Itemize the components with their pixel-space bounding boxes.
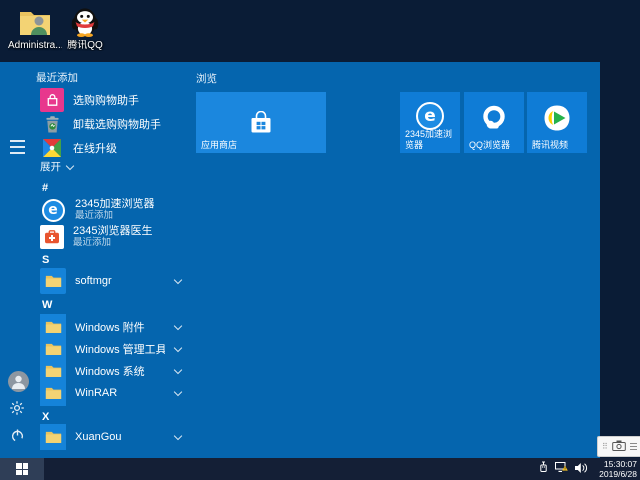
usb-device-icon[interactable] [539,460,548,478]
settings-gear-icon[interactable] [9,400,25,416]
app-item-2345-browser-doctor[interactable]: 2345浏览器医生 最近添加 [40,225,182,249]
recent-added-header: 最近添加 [36,70,78,85]
folder-item-label: Windows 管理工具 [75,341,165,357]
speaker-icon[interactable] [575,460,588,478]
q-ring-cloud-icon [464,92,524,143]
app-item-label: 在线升级 [73,140,117,156]
app-item-online-upgrade[interactable]: 在线升级 [40,136,182,160]
desktop-icon-label: Administra... [8,40,62,51]
folder-item-xuangou[interactable]: XuanGou [40,424,182,450]
tile-2345-browser[interactable]: e 2345加速浏览器 [400,92,460,153]
chevron-down-icon[interactable] [174,367,182,375]
chevron-down-icon[interactable] [174,277,182,285]
user-folder-icon [17,6,53,38]
app-item-sublabel: 最近添加 [75,210,154,222]
tile-group-label[interactable]: 浏览 [196,71,217,86]
folder-item-label: softmgr [75,275,112,287]
tile-qq-browser[interactable]: QQ浏览器 [464,92,524,153]
network-warning-icon[interactable] [555,460,568,478]
user-avatar-icon [8,371,29,392]
menu-hamburger-button[interactable] [10,138,25,156]
chevron-down-icon[interactable] [174,433,182,441]
folder-item-label: WinRAR [75,387,117,399]
app-item-label: 2345浏览器医生 [73,225,152,237]
folder-icon [40,424,66,450]
chevron-down-icon[interactable] [174,389,182,397]
app-item-label: 选购购物助手 [73,92,139,108]
drag-handle-icon[interactable]: ⠿ [602,444,608,450]
section-letter-s[interactable]: S [42,254,49,266]
e-browser-icon: e [40,197,66,223]
section-letter-hash[interactable]: # [42,182,48,194]
app-item-shopping-assistant[interactable]: 选购购物助手 [40,88,182,112]
upgrade-pinwheel-icon [40,136,64,160]
chevron-down-icon[interactable] [174,345,182,353]
power-button[interactable] [10,428,25,443]
tile-label: QQ浏览器 [469,140,521,151]
clock-time: 15:30:07 [589,459,637,469]
taskbar: 15:30:07 2019/6/28 [0,458,640,480]
user-account-button[interactable] [8,371,29,392]
clock-date: 2019/6/28 [589,469,637,479]
section-letter-w[interactable]: W [42,299,52,311]
shopping-bag-icon [40,88,64,112]
desktop-icon-qq[interactable]: 腾讯QQ [62,6,108,51]
tile-tencent-video[interactable]: 腾讯视频 [527,92,587,153]
menu-icon[interactable] [630,441,637,452]
app-item-2345-browser[interactable]: e 2345加速浏览器 最近添加 [40,197,182,223]
folder-item-label: Windows 附件 [75,319,145,335]
tile-label: 腾讯视频 [532,140,584,151]
app-item-sublabel: 最近添加 [73,237,152,249]
folder-item-label: XuanGou [75,431,121,443]
app-item-uninstall-assistant[interactable]: 卸载选购购物助手 [40,112,182,136]
taskbar-clock[interactable]: 15:30:07 2019/6/28 [589,459,637,479]
first-aid-kit-icon [40,225,64,249]
qq-penguin-icon [67,6,103,38]
folder-item-label: Windows 系统 [75,363,145,379]
tile-label: 2345加速浏览器 [405,129,457,150]
app-item-label: 卸载选购购物助手 [73,116,161,132]
folder-item-softmgr[interactable]: softmgr [40,268,182,294]
windows-logo-icon [16,463,28,475]
tile-app-store[interactable]: 应用商店 [196,92,326,153]
start-menu-panel: 最近添加 选购购物助手 卸载选购购物助手 [0,62,600,458]
camera-icon[interactable] [612,438,626,456]
tile-label: 应用商店 [201,140,323,151]
expand-toggle[interactable]: 展开 [40,159,74,174]
system-tray [539,458,588,480]
play-penguin-icon [527,92,587,143]
start-button[interactable] [0,458,44,480]
chevron-down-icon[interactable] [174,323,182,331]
folder-icon [40,380,66,406]
folder-icon [40,268,66,294]
chevron-down-icon [66,163,74,171]
folder-item-winrar[interactable]: WinRAR [40,380,182,406]
app-item-label: 2345加速浏览器 [75,198,154,210]
expand-label: 展开 [40,159,61,174]
desktop-icon-administrator[interactable]: Administra... [8,6,62,51]
snip-toolbar[interactable]: ⠿ [597,436,640,457]
trash-uninstall-icon [40,112,64,136]
desktop-icon-label: 腾讯QQ [62,40,108,51]
section-letter-x[interactable]: X [42,411,49,423]
